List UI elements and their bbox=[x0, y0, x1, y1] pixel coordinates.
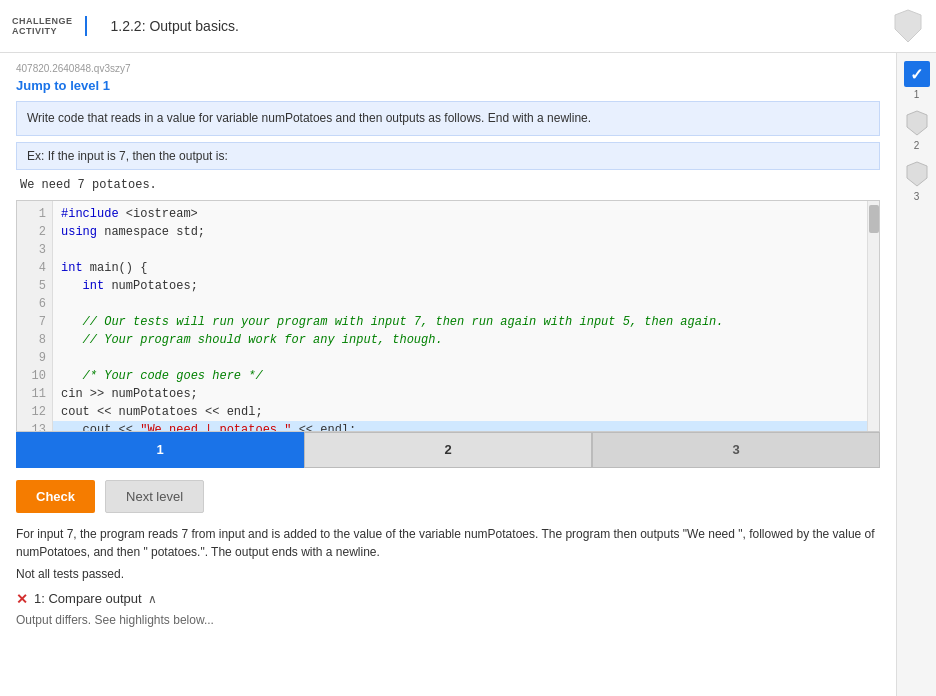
output-example: We need 7 potatoes. bbox=[16, 178, 880, 192]
test-tab-3[interactable]: 3 bbox=[592, 432, 880, 468]
shield-icon-header bbox=[894, 9, 922, 43]
badge-1-number: 1 bbox=[914, 89, 920, 100]
description-text: Write code that reads in a value for var… bbox=[27, 111, 591, 125]
fail-icon: ✕ bbox=[16, 591, 28, 607]
chevron-up-icon: ∧ bbox=[148, 592, 157, 606]
test-result-label: 1: Compare output bbox=[34, 591, 142, 606]
code-area[interactable]: 12345 678910 1112131415 1617 #include <i… bbox=[17, 201, 879, 431]
header-title: 1.2.2: Output basics. bbox=[99, 18, 239, 34]
metadata-id: 407820.2640848.qv3szy7 bbox=[16, 63, 880, 74]
challenge-label: CHALLENGE ACTIVITY bbox=[12, 16, 87, 36]
main-content: 407820.2640848.qv3szy7 Jump to level 1 W… bbox=[0, 53, 896, 696]
code-editor[interactable]: 12345 678910 1112131415 1617 #include <i… bbox=[16, 200, 880, 432]
not-passed-text: Not all tests passed. bbox=[16, 567, 880, 581]
feedback-text: For input 7, the program reads 7 from in… bbox=[16, 525, 880, 561]
shield-3-icon bbox=[906, 161, 928, 187]
header-badge-icon bbox=[892, 8, 924, 44]
test-result-row[interactable]: ✕ 1: Compare output ∧ bbox=[16, 591, 880, 607]
badge-2-number: 2 bbox=[914, 140, 920, 151]
next-level-button[interactable]: Next level bbox=[105, 480, 204, 513]
badge-3-number: 3 bbox=[914, 191, 920, 202]
content-area: 407820.2640848.qv3szy7 Jump to level 1 W… bbox=[0, 53, 936, 696]
example-box: Ex: If the input is 7, then the output i… bbox=[16, 142, 880, 170]
badge-2-container: 2 bbox=[904, 108, 930, 151]
test-tab-2[interactable]: 2 bbox=[304, 432, 592, 468]
jump-to-level-link[interactable]: Jump to level 1 bbox=[16, 78, 110, 93]
badge-3-container: 3 bbox=[904, 159, 930, 202]
header-left: CHALLENGE ACTIVITY 1.2.2: Output basics. bbox=[12, 16, 892, 36]
scrollbar-thumb[interactable] bbox=[869, 205, 879, 233]
test-tabs: 1 2 3 bbox=[16, 432, 880, 468]
button-row: Check Next level bbox=[16, 480, 880, 513]
output-note: Output differs. See highlights below... bbox=[16, 613, 880, 627]
code-scrollbar[interactable] bbox=[867, 201, 879, 431]
test-tab-1[interactable]: 1 bbox=[16, 432, 304, 468]
header: CHALLENGE ACTIVITY 1.2.2: Output basics. bbox=[0, 0, 936, 53]
badge-1-container: ✓ 1 bbox=[904, 61, 930, 100]
activity-text: ACTIVITY bbox=[12, 26, 73, 36]
badge-1-icon: ✓ bbox=[904, 61, 930, 87]
badge-3-icon bbox=[904, 159, 930, 189]
description-box: Write code that reads in a value for var… bbox=[16, 101, 880, 136]
right-sidebar: ✓ 1 2 3 bbox=[896, 53, 936, 696]
badge-2-icon bbox=[904, 108, 930, 138]
challenge-text: CHALLENGE bbox=[12, 16, 73, 26]
example-text: Ex: If the input is 7, then the output i… bbox=[27, 149, 228, 163]
line-numbers: 12345 678910 1112131415 1617 bbox=[17, 201, 53, 431]
check-button[interactable]: Check bbox=[16, 480, 95, 513]
code-content[interactable]: #include <iostream> using namespace std;… bbox=[53, 201, 879, 431]
checkmark-icon: ✓ bbox=[910, 65, 923, 84]
jump-section: 407820.2640848.qv3szy7 Jump to level 1 bbox=[16, 63, 880, 93]
shield-2-icon bbox=[906, 110, 928, 136]
